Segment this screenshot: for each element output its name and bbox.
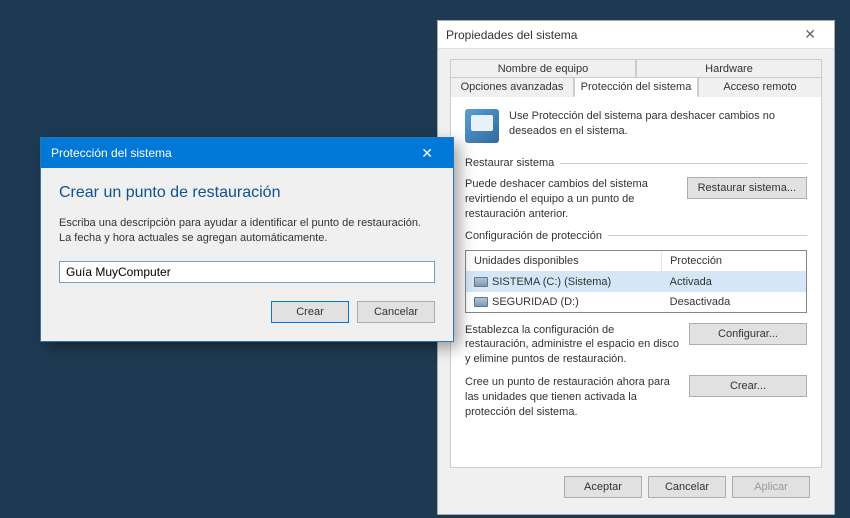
dialog-heading: Crear un punto de restauración xyxy=(59,184,435,202)
drive-table: Unidades disponibles Protección SISTEMA … xyxy=(465,250,807,313)
titlebar[interactable]: Propiedades del sistema ✕ xyxy=(438,21,834,49)
tab-content: Use Protección del sistema para deshacer… xyxy=(450,96,822,468)
tab-hardware[interactable]: Hardware xyxy=(636,59,822,78)
ok-button[interactable]: Aceptar xyxy=(564,476,642,498)
table-row[interactable]: SISTEMA (C:) (Sistema) Activada xyxy=(466,272,806,292)
tab-remote-access[interactable]: Acceso remoto xyxy=(698,77,822,97)
dialog-footer: Crear Cancelar xyxy=(59,301,435,323)
drive-name: SEGURIDAD (D:) xyxy=(492,296,579,308)
dialog-title: Protección del sistema xyxy=(51,146,172,160)
drive-icon xyxy=(474,297,488,307)
footer-buttons: Aceptar Cancelar Aplicar xyxy=(450,468,822,508)
create-button[interactable]: Crear... xyxy=(689,375,807,397)
cancel-button[interactable]: Cancelar xyxy=(357,301,435,323)
restore-system-button[interactable]: Restaurar sistema... xyxy=(687,177,807,199)
drive-icon xyxy=(474,277,488,287)
configure-row: Establezca la configuración de restaurac… xyxy=(465,323,807,368)
window-body: Nombre de equipo Hardware Opciones avanz… xyxy=(438,49,834,514)
description-input[interactable] xyxy=(59,261,435,283)
apply-button[interactable]: Aplicar xyxy=(732,476,810,498)
tab-advanced-options[interactable]: Opciones avanzadas xyxy=(450,77,574,97)
create-row: Cree un punto de restauración ahora para… xyxy=(465,375,807,420)
cancel-button[interactable]: Cancelar xyxy=(648,476,726,498)
dialog-titlebar[interactable]: Protección del sistema ✕ xyxy=(41,138,453,168)
drive-protection: Activada xyxy=(662,274,806,290)
tabs: Nombre de equipo Hardware Opciones avanz… xyxy=(450,59,822,97)
col-prot-header: Protección xyxy=(662,251,806,271)
window-title: Propiedades del sistema xyxy=(446,28,577,42)
close-icon[interactable]: ✕ xyxy=(411,143,443,164)
configure-button[interactable]: Configurar... xyxy=(689,323,807,345)
restore-heading: Restaurar sistema xyxy=(465,157,807,169)
drive-table-header: Unidades disponibles Protección xyxy=(466,251,806,272)
restore-desc: Puede deshacer cambios del sistema revir… xyxy=(465,177,677,222)
dialog-desc: Escriba una descripción para ayudar a id… xyxy=(59,216,435,247)
tab-system-protection[interactable]: Protección del sistema xyxy=(574,77,698,97)
tab-computer-name[interactable]: Nombre de equipo xyxy=(450,59,636,78)
system-protection-icon xyxy=(465,109,499,143)
create-confirm-button[interactable]: Crear xyxy=(271,301,349,323)
close-icon[interactable]: ✕ xyxy=(794,24,826,45)
intro-text: Use Protección del sistema para deshacer… xyxy=(509,109,807,143)
configure-desc: Establezca la configuración de restaurac… xyxy=(465,323,679,368)
table-row[interactable]: SEGURIDAD (D:) Desactivada xyxy=(466,292,806,312)
drive-name: SISTEMA (C:) (Sistema) xyxy=(492,276,611,288)
drive-protection: Desactivada xyxy=(662,294,806,310)
restore-row: Puede deshacer cambios del sistema revir… xyxy=(465,177,807,222)
dialog-body: Crear un punto de restauración Escriba u… xyxy=(41,168,453,341)
create-desc: Cree un punto de restauración ahora para… xyxy=(465,375,679,420)
create-restore-point-dialog: Protección del sistema ✕ Crear un punto … xyxy=(40,137,454,342)
intro-row: Use Protección del sistema para deshacer… xyxy=(465,109,807,143)
system-properties-window: Propiedades del sistema ✕ Nombre de equi… xyxy=(437,20,835,515)
protection-heading: Configuración de protección xyxy=(465,230,807,242)
col-drive-header: Unidades disponibles xyxy=(466,251,662,271)
